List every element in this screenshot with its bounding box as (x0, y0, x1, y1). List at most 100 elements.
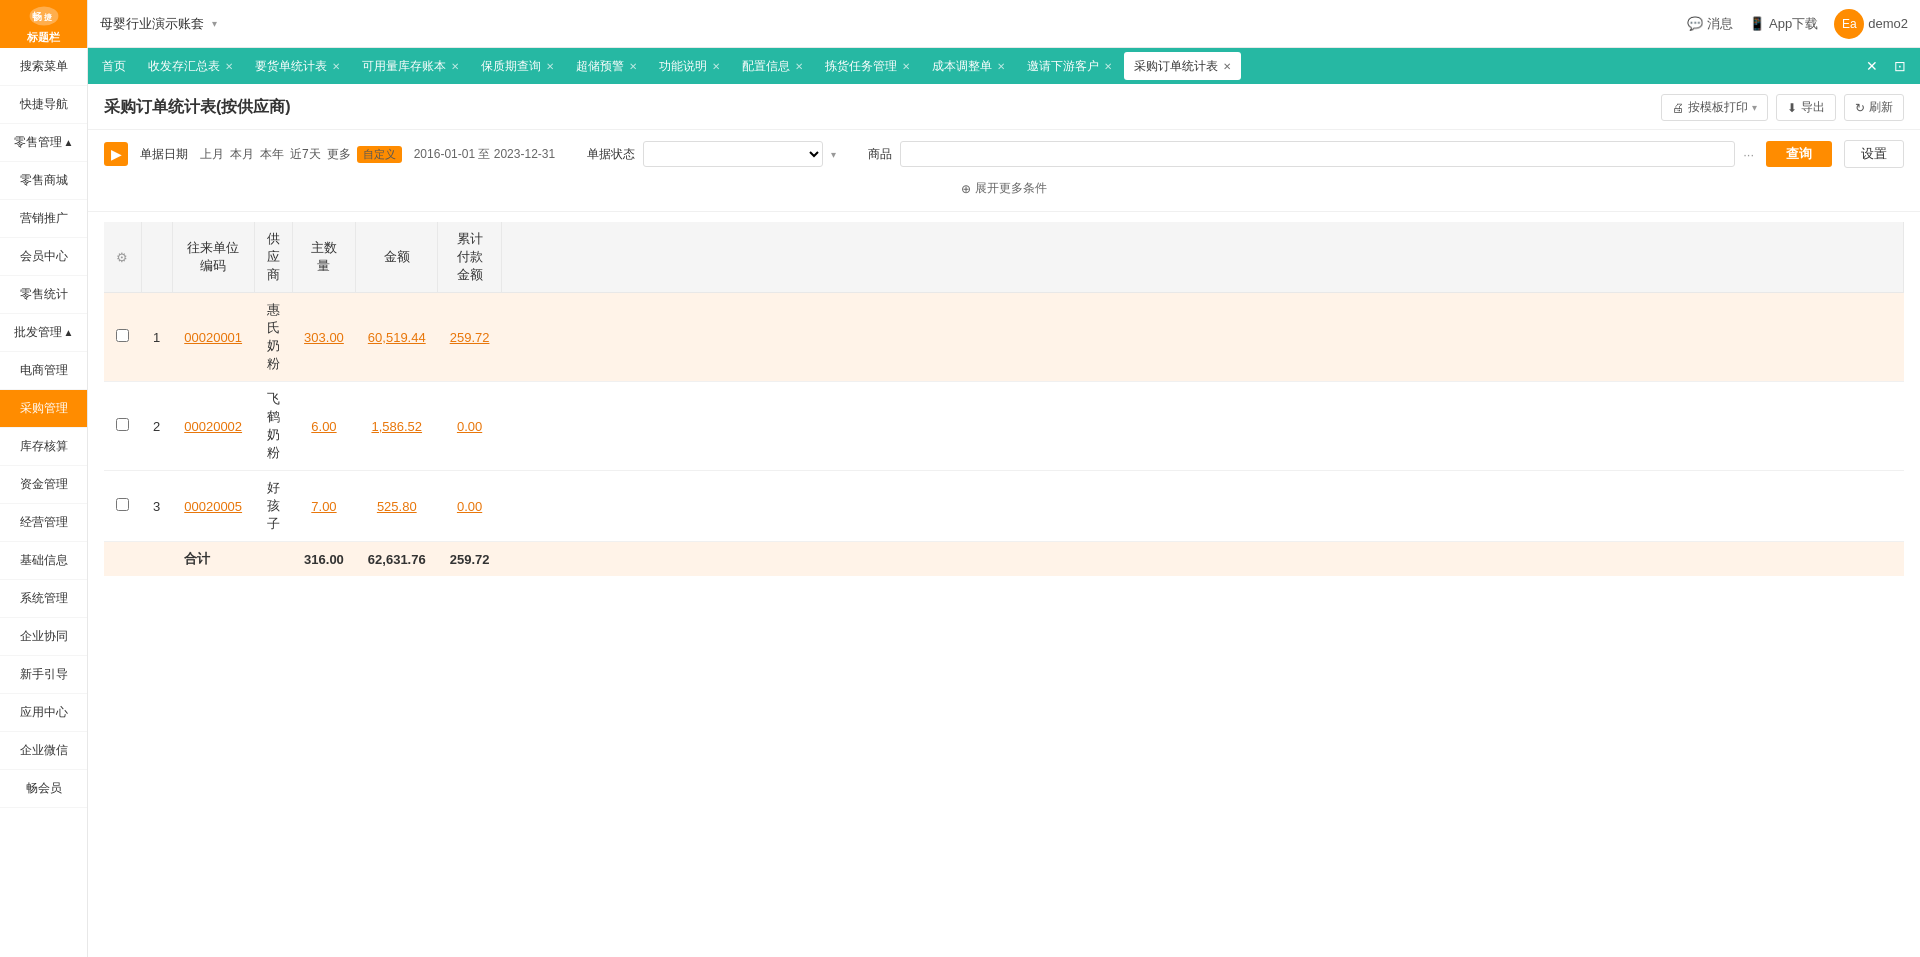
row-paid-amount[interactable]: 0.00 (438, 471, 502, 542)
row-qty[interactable]: 6.00 (292, 382, 356, 471)
row-checkbox[interactable] (104, 382, 141, 471)
tab-close-icon[interactable]: ✕ (712, 61, 720, 72)
tab-close-icon[interactable]: ✕ (997, 61, 1005, 72)
shortcut-this-year[interactable]: 本年 (260, 146, 284, 163)
print-btn[interactable]: 🖨 按模板打印 ▾ (1661, 94, 1768, 121)
row-qty[interactable]: 303.00 (292, 293, 356, 382)
col-settings[interactable]: ⚙ (104, 222, 141, 293)
sidebar-item-vip_member[interactable]: 畅会员 (0, 770, 87, 808)
user-menu[interactable]: Ea demo2 (1834, 9, 1908, 39)
sidebar-item-stock_check[interactable]: 库存核算 (0, 428, 87, 466)
row-unit-code[interactable]: 00020005 (172, 471, 254, 542)
row-amount[interactable]: 60,519.44 (356, 293, 438, 382)
settings-gear-icon[interactable]: ⚙ (116, 250, 128, 265)
shortcut-last7[interactable]: 近7天 (290, 146, 321, 163)
tab-receive_summary[interactable]: 收发存汇总表✕ (138, 52, 243, 80)
tab-close-icon[interactable]: ✕ (629, 61, 637, 72)
sidebar-item-member_center[interactable]: 会员中心 (0, 238, 87, 276)
settings-btn[interactable]: 设置 (1844, 140, 1904, 168)
sidebar-label: 搜索菜单 (20, 58, 68, 75)
row-paid-amount[interactable]: 0.00 (438, 382, 502, 471)
custom-badge[interactable]: 自定义 (357, 146, 402, 163)
svg-text:畅: 畅 (32, 11, 42, 22)
app-download-label: App下载 (1769, 15, 1818, 33)
sidebar-item-enterprise_wechat[interactable]: 企业微信 (0, 732, 87, 770)
sidebar-item-sys_mgmt[interactable]: 系统管理 (0, 580, 87, 618)
row-unit-code[interactable]: 00020001 (172, 293, 254, 382)
row-checkbox[interactable] (104, 293, 141, 382)
tab-pick_task[interactable]: 拣货任务管理✕ (815, 52, 920, 80)
tab-invite_downstream[interactable]: 邀请下游客户✕ (1017, 52, 1122, 80)
message-btn[interactable]: 💬 消息 (1687, 15, 1733, 33)
sidebar-item-retail_mgmt[interactable]: 零售管理▲ (0, 124, 87, 162)
sidebar-item-ops_mgmt[interactable]: 经营管理 (0, 504, 87, 542)
tab-order_summary[interactable]: 要货单统计表✕ (245, 52, 350, 80)
tab-close-icon[interactable]: ✕ (795, 61, 803, 72)
tab-usable_stock[interactable]: 可用量库存账本 ✕ (352, 52, 469, 80)
sidebar-item-finance_mgmt[interactable]: 资金管理 (0, 466, 87, 504)
export-icon: ⬇ (1787, 101, 1797, 115)
tab-close-icon[interactable]: ✕ (451, 61, 459, 72)
row-extra (501, 382, 1903, 471)
status-select[interactable] (643, 141, 823, 167)
table-body: 1 00020001 惠氏奶粉 303.00 60,519.44 259.72 … (104, 293, 1904, 542)
row-extra (501, 293, 1903, 382)
tab-purchase_order_summary[interactable]: 采购订单统计表✕ (1124, 52, 1241, 80)
sidebar-item-purchase_mgmt[interactable]: 采购管理 (0, 390, 87, 428)
company-name: 母婴行业演示账套 (100, 15, 204, 33)
tab-close-icon[interactable]: ✕ (902, 61, 910, 72)
row-amount[interactable]: 1,586.52 (356, 382, 438, 471)
sidebar-item-search[interactable]: 搜索菜单 (0, 48, 87, 86)
close-tab-btn[interactable]: ✕ (1860, 54, 1884, 78)
summary-empty-1 (104, 542, 141, 577)
shortcut-last-month[interactable]: 上月 (200, 146, 224, 163)
tab-overstock_warning[interactable]: 超储预警✕ (566, 52, 647, 80)
date-range-display: 2016-01-01 至 2023-12-31 (414, 146, 555, 163)
sidebar-item-enterprise_coop[interactable]: 企业协同 (0, 618, 87, 656)
sidebar-item-marketing[interactable]: 营销推广 (0, 200, 87, 238)
sidebar-item-ecom_mgmt[interactable]: 电商管理 (0, 352, 87, 390)
app-download-btn[interactable]: 📱 App下载 (1749, 15, 1818, 33)
query-btn[interactable]: 查询 (1766, 141, 1832, 167)
sidebar-item-wholesale_mgmt[interactable]: 批发管理▲ (0, 314, 87, 352)
company-dropdown-icon[interactable]: ▾ (212, 18, 217, 29)
shortcut-more[interactable]: 更多 (327, 146, 351, 163)
tab-close-icon[interactable]: ✕ (1104, 61, 1112, 72)
sidebar-item-basic_info[interactable]: 基础信息 (0, 542, 87, 580)
product-more-icon[interactable]: ··· (1743, 147, 1754, 162)
tab-label: 可用量库存账本 (362, 58, 446, 75)
row-unit-code[interactable]: 00020002 (172, 382, 254, 471)
tab-config_info[interactable]: 配置信息✕ (732, 52, 813, 80)
tab-home[interactable]: 首页 (92, 52, 136, 80)
sidebar-item-new_guide[interactable]: 新手引导 (0, 656, 87, 694)
table-row: 3 00020005 好孩子 7.00 525.80 0.00 (104, 471, 1904, 542)
shortcut-this-month[interactable]: 本月 (230, 146, 254, 163)
expand-more-btn[interactable]: ⊕ 展开更多条件 (104, 176, 1904, 201)
col-qty: 主数量 (292, 222, 356, 293)
sidebar-arrow-icon: ▲ (64, 327, 74, 338)
maximize-tab-btn[interactable]: ⊡ (1888, 54, 1912, 78)
tab-cost_adjust[interactable]: 成本调整单✕ (922, 52, 1015, 80)
row-qty[interactable]: 7.00 (292, 471, 356, 542)
tab-close-icon[interactable]: ✕ (332, 61, 340, 72)
product-filter-label: 商品 (868, 146, 892, 163)
row-amount[interactable]: 525.80 (356, 471, 438, 542)
product-input[interactable] (900, 141, 1735, 167)
sidebar-label: 应用中心 (20, 704, 68, 721)
export-btn[interactable]: ⬇ 导出 (1776, 94, 1836, 121)
row-checkbox[interactable] (104, 471, 141, 542)
refresh-btn[interactable]: ↻ 刷新 (1844, 94, 1904, 121)
tab-close-icon[interactable]: ✕ (225, 61, 233, 72)
row-paid-amount[interactable]: 259.72 (438, 293, 502, 382)
sidebar-item-retail_stats[interactable]: 零售统计 (0, 276, 87, 314)
sidebar-item-app_center[interactable]: 应用中心 (0, 694, 87, 732)
tab-close-icon[interactable]: ✕ (546, 61, 554, 72)
tab-bar: 首页收发存汇总表✕要货单统计表✕可用量库存账本✕保质期查询✕超储预警✕功能说明✕… (88, 48, 1920, 84)
tab-close-icon[interactable]: ✕ (1223, 61, 1231, 72)
sidebar-item-quick_nav[interactable]: 快捷导航 (0, 86, 87, 124)
filter-toggle-btn[interactable]: ▶ (104, 142, 128, 166)
tab-function_desc[interactable]: 功能说明 ✕ (649, 52, 730, 80)
sidebar-item-retail_store[interactable]: 零售商城 (0, 162, 87, 200)
tab-label: 功能说明 (659, 58, 707, 75)
tab-expiry_query[interactable]: 保质期查询✕ (471, 52, 564, 80)
